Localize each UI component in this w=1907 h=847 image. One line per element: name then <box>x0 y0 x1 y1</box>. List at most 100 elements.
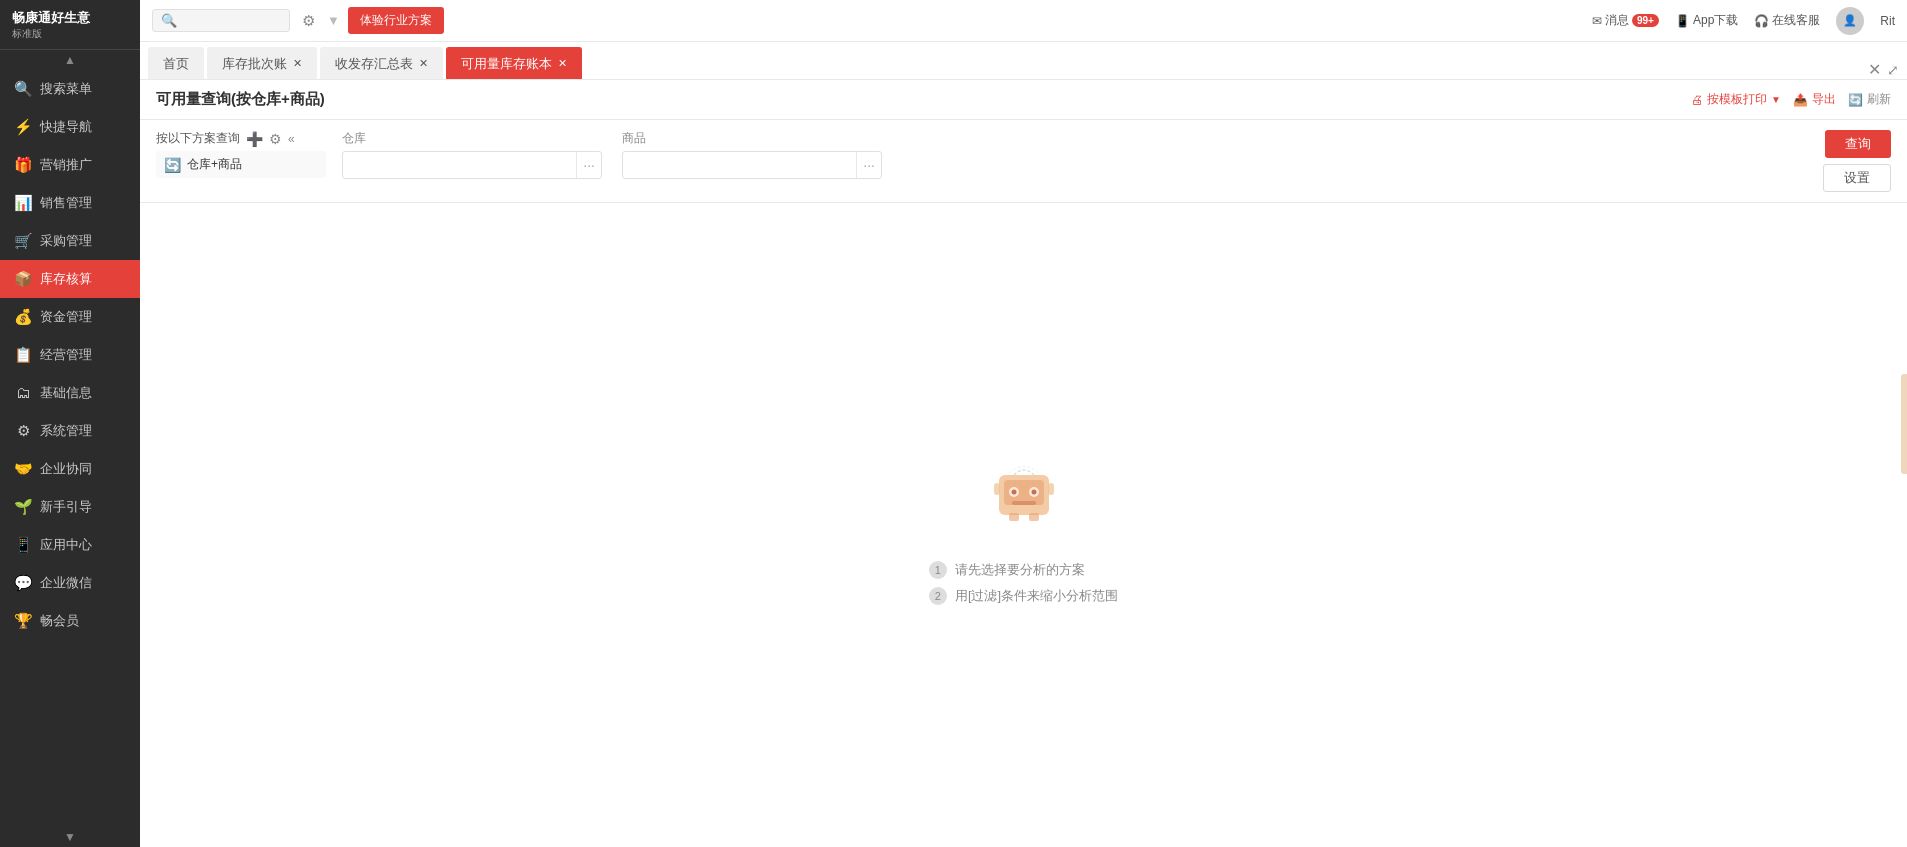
main-content: 🔍 ⚙ ▼ 体验行业方案 ✉ 消息 99+ 📱 App下载 🎧 在线客服 👤 R… <box>140 0 1907 847</box>
sidebar-item-sales[interactable]: 📊 销售管理 <box>0 184 140 222</box>
filter-schemes: 按以下方案查询 ➕ ⚙ « 🔄 仓库+商品 <box>156 130 326 178</box>
app-download-link[interactable]: 📱 App下载 <box>1675 12 1738 29</box>
sidebar-item-system[interactable]: ⚙ 系统管理 <box>0 412 140 450</box>
sidebar-item-member[interactable]: 🏆 畅会员 <box>0 602 140 640</box>
tab-batch-close-icon[interactable]: ✕ <box>293 57 302 70</box>
empty-tip-1: 1 请先选择要分析的方案 <box>929 561 1118 579</box>
svg-point-5 <box>1031 490 1036 495</box>
filter-field-product: 商品 ··· <box>622 130 882 179</box>
username-label[interactable]: Rit <box>1880 14 1895 28</box>
filter-area: 按以下方案查询 ➕ ⚙ « 🔄 仓库+商品 仓库 ··· <box>140 120 1907 203</box>
sidebar-item-operations[interactable]: 📋 经营管理 <box>0 336 140 374</box>
inventory-icon: 📦 <box>14 270 32 288</box>
sidebar-item-inventory[interactable]: 📦 库存核算 <box>0 260 140 298</box>
expand-icon[interactable]: ⤢ <box>1887 62 1899 78</box>
refresh-label: 刷新 <box>1867 91 1891 108</box>
dropdown-icon[interactable]: ▼ <box>327 13 340 28</box>
operations-icon: 📋 <box>14 346 32 364</box>
query-button[interactable]: 查询 <box>1825 130 1891 158</box>
avatar: 👤 <box>1836 7 1864 35</box>
svg-rect-10 <box>1029 513 1039 521</box>
message-icon: ✉ <box>1592 14 1602 28</box>
basic-icon: 🗂 <box>14 384 32 401</box>
sidebar-scroll-up-btn[interactable]: ▲ <box>0 50 140 70</box>
export-icon: 📤 <box>1793 93 1808 107</box>
search-input[interactable] <box>181 14 281 28</box>
filter-schemes-header: 按以下方案查询 ➕ ⚙ « <box>156 130 326 147</box>
headset-icon: 🎧 <box>1754 14 1769 28</box>
newguide-icon: 🌱 <box>14 498 32 516</box>
sidebar-item-marketing[interactable]: 🎁 营销推广 <box>0 146 140 184</box>
sidebar-logo: 畅康通好生意 标准版 <box>0 0 140 50</box>
marketing-icon: 🎁 <box>14 156 32 174</box>
tab-summary[interactable]: 收发存汇总表 ✕ <box>320 47 443 79</box>
tab-available[interactable]: 可用量库存账本 ✕ <box>446 47 582 79</box>
topbar-search-box[interactable]: 🔍 <box>152 9 290 32</box>
refresh-button[interactable]: 🔄 刷新 <box>1848 91 1891 108</box>
tab-home-label: 首页 <box>163 55 189 73</box>
svg-point-4 <box>1011 490 1016 495</box>
tip-num-1: 1 <box>929 561 947 579</box>
sidebar-item-label: 畅会员 <box>40 612 79 630</box>
online-service-link[interactable]: 🎧 在线客服 <box>1754 12 1820 29</box>
empty-state-area: 1 请先选择要分析的方案 2 用[过滤]条件来缩小分析范围 <box>140 203 1907 847</box>
warehouse-more-icon[interactable]: ··· <box>576 152 601 178</box>
column-settings-button[interactable]: 设置 <box>1823 164 1891 192</box>
warehouse-field-label: 仓库 <box>342 130 602 147</box>
tab-available-label: 可用量库存账本 <box>461 55 552 73</box>
settings-icon[interactable]: ⚙ <box>298 12 319 30</box>
message-label: 消息 <box>1605 12 1629 29</box>
industry-solution-button[interactable]: 体验行业方案 <box>348 7 444 34</box>
scheme-item-warehouse-product[interactable]: 🔄 仓库+商品 <box>156 151 326 178</box>
dropdown-arrow-icon: ▼ <box>1771 94 1781 105</box>
collapse-icon[interactable]: « <box>288 132 295 146</box>
member-icon: 🏆 <box>14 612 32 630</box>
tab-summary-close-icon[interactable]: ✕ <box>419 57 428 70</box>
app-download-label: App下载 <box>1693 12 1738 29</box>
tab-summary-label: 收发存汇总表 <box>335 55 413 73</box>
purchase-icon: 🛒 <box>14 232 32 250</box>
sidebar-item-enterprise[interactable]: 🤝 企业协同 <box>0 450 140 488</box>
tab-batch[interactable]: 库存批次账 ✕ <box>207 47 317 79</box>
message-button[interactable]: ✉ 消息 99+ <box>1592 12 1659 29</box>
sidebar-item-label: 新手引导 <box>40 498 92 516</box>
sidebar-scroll-down-btn[interactable]: ▼ <box>0 827 140 847</box>
close-all-tabs-icon[interactable]: ✕ <box>1868 60 1881 79</box>
sidebar-item-label: 企业微信 <box>40 574 92 592</box>
online-service-label: 在线客服 <box>1772 12 1820 29</box>
scheme-refresh-icon: 🔄 <box>164 157 181 173</box>
print-label: 按模板打印 <box>1707 91 1767 108</box>
refresh-icon: 🔄 <box>1848 93 1863 107</box>
sidebar-item-label: 营销推广 <box>40 156 92 174</box>
schemes-label: 按以下方案查询 <box>156 130 240 147</box>
tab-available-close-icon[interactable]: ✕ <box>558 57 567 70</box>
product-input[interactable] <box>623 158 856 172</box>
sidebar-item-label: 企业协同 <box>40 460 92 478</box>
sidebar-item-wechat[interactable]: 💬 企业微信 <box>0 564 140 602</box>
sidebar-item-quicknav[interactable]: ⚡ 快捷导航 <box>0 108 140 146</box>
sidebar-item-label: 采购管理 <box>40 232 92 250</box>
product-more-icon[interactable]: ··· <box>856 152 881 178</box>
search-icon: 🔍 <box>14 80 32 98</box>
print-button[interactable]: 🖨 按模板打印 ▼ <box>1691 91 1781 108</box>
scroll-indicator <box>1901 374 1907 474</box>
sidebar-item-label: 经营管理 <box>40 346 92 364</box>
wechat-icon: 💬 <box>14 574 32 592</box>
sidebar-item-finance[interactable]: 💰 资金管理 <box>0 298 140 336</box>
sidebar-item-label: 应用中心 <box>40 536 92 554</box>
phone-icon: 📱 <box>1675 14 1690 28</box>
tab-home[interactable]: 首页 <box>148 47 204 79</box>
set-scheme-icon[interactable]: ⚙ <box>269 131 282 147</box>
page-title: 可用量查询(按仓库+商品) <box>156 90 325 109</box>
sidebar-item-search[interactable]: 🔍 搜索菜单 <box>0 70 140 108</box>
export-button[interactable]: 📤 导出 <box>1793 91 1836 108</box>
sidebar-item-appcenter[interactable]: 📱 应用中心 <box>0 526 140 564</box>
add-scheme-icon[interactable]: ➕ <box>246 131 263 147</box>
sidebar-item-basic[interactable]: 🗂 基础信息 <box>0 374 140 412</box>
topbar: 🔍 ⚙ ▼ 体验行业方案 ✉ 消息 99+ 📱 App下载 🎧 在线客服 👤 R… <box>140 0 1907 42</box>
sidebar-item-newguide[interactable]: 🌱 新手引导 <box>0 488 140 526</box>
sidebar-item-label: 资金管理 <box>40 308 92 326</box>
logo-sub: 标准版 <box>12 27 128 41</box>
sidebar-item-purchase[interactable]: 🛒 采购管理 <box>0 222 140 260</box>
warehouse-input[interactable] <box>343 158 576 172</box>
